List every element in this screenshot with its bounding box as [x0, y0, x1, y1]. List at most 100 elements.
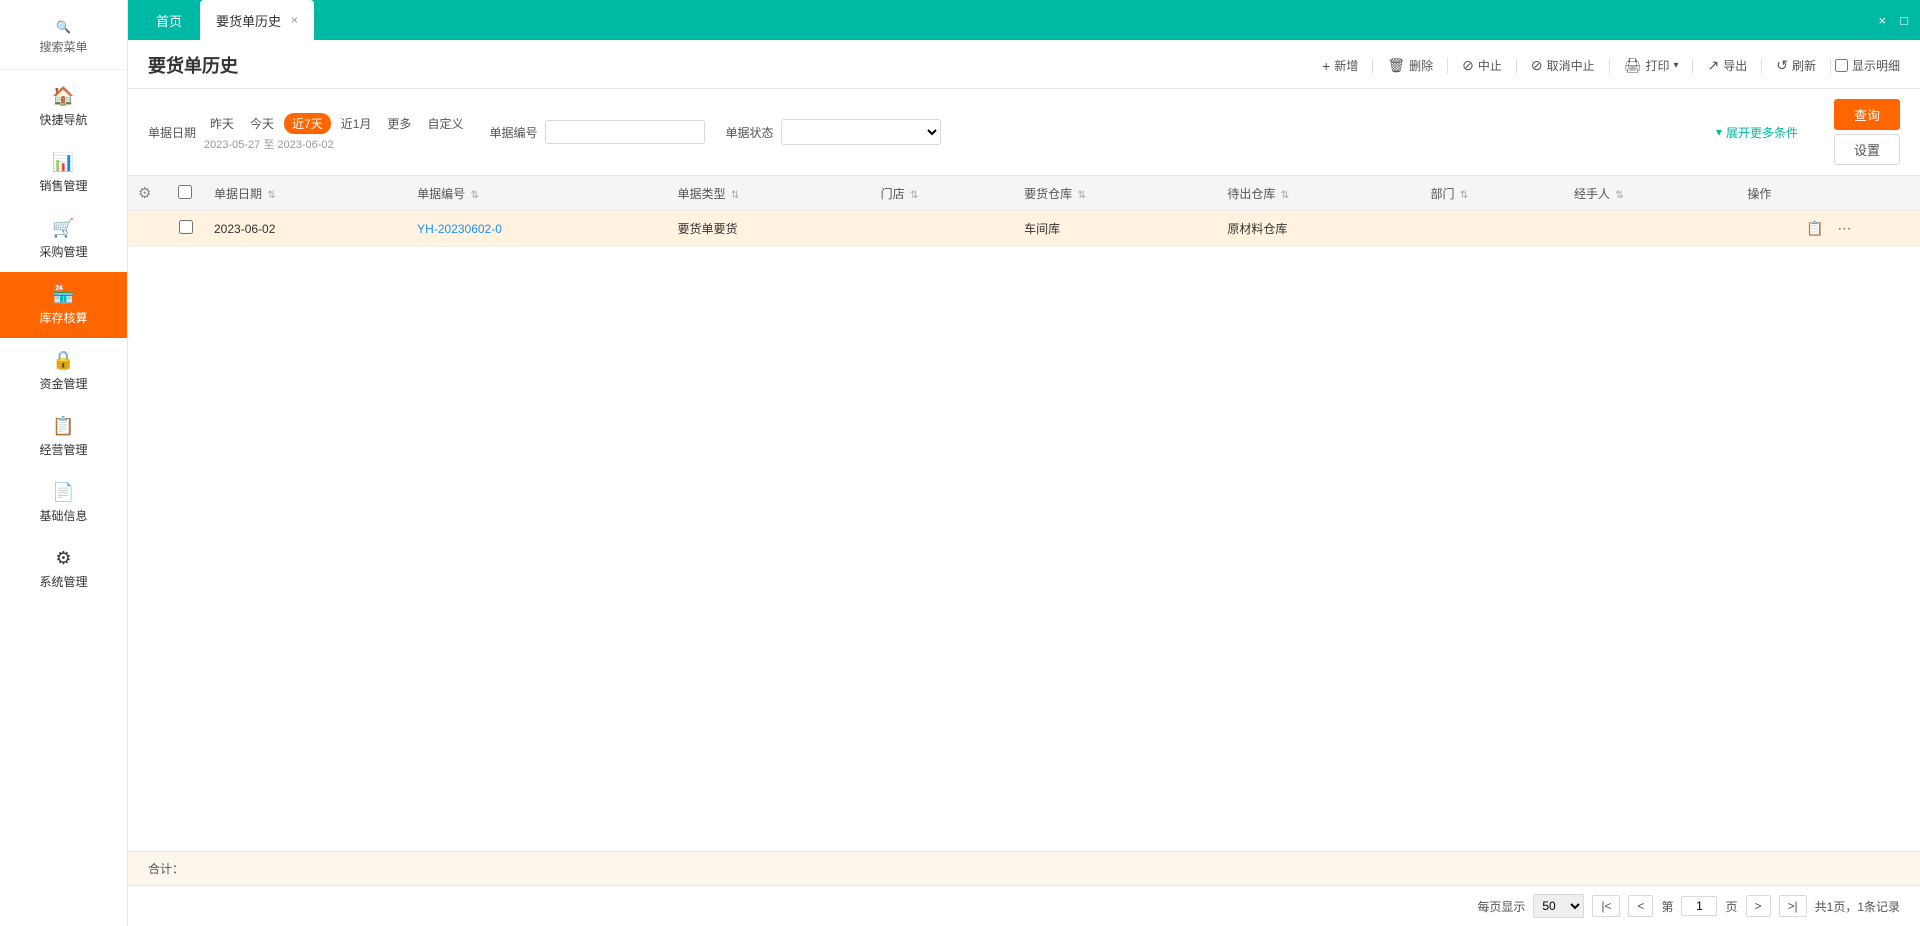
filter-area: 单据日期 昨天 今天 近7天 近1月 更多 自定义 2023-05-27 至 2… — [128, 89, 1920, 176]
col-doc-date: 单据日期 ⇅ — [204, 176, 407, 211]
finance-icon: 🔒 — [52, 350, 74, 371]
delete-button[interactable]: 🗑 删除 — [1377, 52, 1443, 79]
tab-requisition-label: 要货单历史 — [216, 11, 281, 30]
col-handler: 经手人 ⇅ — [1564, 176, 1737, 211]
filter-status-select[interactable] — [781, 119, 941, 145]
sidebar-item-quick-nav[interactable]: 🏠 快捷导航 — [0, 74, 127, 140]
topbar-right-actions: × □ — [1879, 13, 1908, 28]
col-doc-number: 单据编号 ⇅ — [407, 176, 667, 211]
row-checkbox[interactable] — [179, 220, 193, 234]
sort-icon-doc-date[interactable]: ⇅ — [267, 190, 275, 201]
col-doc-type: 单据类型 ⇅ — [667, 176, 870, 211]
page-header: 要货单历史 + 新增 🗑 删除 — [128, 40, 1920, 89]
sidebar-item-sales-mgmt[interactable]: 📊 销售管理 — [0, 140, 127, 206]
page-input[interactable] — [1681, 896, 1717, 916]
tab-requisition-history[interactable]: 要货单历史 × — [200, 0, 314, 40]
sidebar-item-basic-info[interactable]: 📄 基础信息 — [0, 470, 127, 536]
tab-home[interactable]: 首页 — [140, 0, 198, 40]
date-btn-today[interactable]: 今天 — [244, 113, 280, 134]
cell-doc-number: YH-20230602-0 — [407, 211, 667, 247]
sort-icon-doc-type[interactable]: ⇅ — [731, 190, 739, 201]
refresh-icon: ↺ — [1776, 57, 1788, 74]
table-row: 2023-06-02 YH-20230602-0 要货单要货 车间库 原材料仓库 — [128, 211, 1920, 247]
date-btn-yesterday[interactable]: 昨天 — [204, 113, 240, 134]
filter-status-label: 单据状态 — [725, 124, 773, 141]
add-button[interactable]: + 新增 — [1312, 52, 1368, 79]
export-icon: ↗ — [1707, 57, 1719, 74]
sidebar-search[interactable]: 🔍 搜索菜单 — [0, 10, 127, 70]
ops-icon: 📋 — [52, 416, 74, 437]
doc-number-link[interactable]: YH-20230602-0 — [417, 222, 502, 236]
query-button[interactable]: 查询 — [1834, 99, 1900, 130]
sales-icon: 📊 — [52, 152, 74, 173]
filter-docnum-label: 单据编号 — [489, 124, 537, 141]
pagination-prev-btn[interactable]: < — [1628, 895, 1653, 917]
pagination-next-btn[interactable]: > — [1746, 895, 1771, 917]
print-dropdown-icon: ▾ — [1673, 60, 1678, 71]
main-area: 首页 要货单历史 × × □ 要货单历史 + — [128, 0, 1920, 926]
date-btn-last1month[interactable]: 近1月 — [335, 113, 378, 134]
col-store: 门店 ⇅ — [871, 176, 1015, 211]
filter-docnum-input[interactable] — [545, 120, 705, 144]
sidebar-item-inventory[interactable]: 🏪 库存核算 — [0, 272, 127, 338]
sort-icon-req-warehouse[interactable]: ⇅ — [1078, 190, 1086, 201]
filter-date-item: 单据日期 昨天 今天 近7天 近1月 更多 自定义 2023-05-27 至 2… — [148, 113, 469, 152]
cell-doc-type: 要货单要货 — [667, 211, 870, 247]
page-size-select[interactable]: 50 20 100 — [1533, 894, 1584, 918]
sidebar-item-ops-mgmt[interactable]: 📋 经营管理 — [0, 404, 127, 470]
expand-filter-btn[interactable]: ▾ 展开更多条件 — [1716, 124, 1798, 141]
window-maximize-btn[interactable]: □ — [1900, 13, 1908, 28]
date-btn-last7days[interactable]: 近7天 — [284, 113, 331, 134]
select-all-checkbox[interactable] — [178, 185, 192, 199]
row-more-btn[interactable]: ⋯ — [1833, 218, 1855, 239]
row-checkbox-cell — [168, 211, 204, 247]
sort-icon-doc-number[interactable]: ⇅ — [471, 190, 479, 201]
sidebar-item-finance-mgmt[interactable]: 🔒 资金管理 — [0, 338, 127, 404]
stop-icon: ⊘ — [1462, 57, 1474, 74]
sidebar-item-label: 库存核算 — [39, 309, 87, 326]
date-btn-custom[interactable]: 自定义 — [421, 113, 469, 134]
table-body: 2023-06-02 YH-20230602-0 要货单要货 车间库 原材料仓库 — [128, 211, 1920, 247]
sort-icon-handler[interactable]: ⇅ — [1615, 190, 1623, 201]
window-close-btn[interactable]: × — [1879, 13, 1887, 28]
row-edit-btn[interactable]: 📋 — [1802, 218, 1827, 239]
export-button[interactable]: ↗ 导出 — [1697, 52, 1757, 79]
pagination: 每页显示 50 20 100 |< < 第 页 > >| 共1页，1条记录 — [128, 885, 1920, 926]
cell-req-warehouse: 车间库 — [1014, 211, 1217, 247]
content-area: 要货单历史 + 新增 🗑 删除 — [128, 40, 1920, 926]
sidebar-item-purchase-mgmt[interactable]: 🛒 采购管理 — [0, 206, 127, 272]
tab-close-icon[interactable]: × — [291, 13, 298, 27]
print-button[interactable]: 🖨 打印 ▾ — [1614, 52, 1689, 79]
toolbar-separator-3 — [1516, 58, 1517, 74]
cell-handler — [1564, 211, 1737, 247]
filter-date-col: 昨天 今天 近7天 近1月 更多 自定义 2023-05-27 至 2023-0… — [204, 113, 469, 152]
stop-button[interactable]: ⊘ 中止 — [1452, 52, 1512, 79]
cell-doc-date: 2023-06-02 — [204, 211, 407, 247]
sidebar-item-sys-mgmt[interactable]: ⚙ 系统管理 — [0, 536, 127, 602]
col-checkbox — [168, 176, 204, 211]
table-header-row: ⚙ 单据日期 ⇅ 单据编号 ⇅ — [128, 176, 1920, 211]
show-detail-checkbox[interactable] — [1835, 59, 1848, 72]
cancel-stop-button[interactable]: ⊘ 取消中止 — [1521, 52, 1605, 79]
show-detail-label[interactable]: 显示明细 — [1835, 57, 1900, 74]
cell-pending-warehouse: 原材料仓库 — [1217, 211, 1420, 247]
filter-date-btns: 昨天 今天 近7天 近1月 更多 自定义 — [204, 113, 469, 134]
pagination-last-btn[interactable]: >| — [1779, 895, 1807, 917]
sort-icon-store[interactable]: ⇅ — [910, 190, 918, 201]
sort-icon-pending-warehouse[interactable]: ⇅ — [1281, 190, 1289, 201]
filter-status-item: 单据状态 — [725, 119, 941, 145]
pagination-first-btn[interactable]: |< — [1592, 895, 1620, 917]
inventory-icon: 🏪 — [52, 284, 74, 305]
sys-icon: ⚙ — [55, 548, 71, 569]
sidebar-item-label: 快捷导航 — [39, 111, 87, 128]
refresh-button[interactable]: ↺ 刷新 — [1766, 52, 1826, 79]
sort-icon-department[interactable]: ⇅ — [1460, 190, 1468, 201]
col-pending-warehouse: 待出仓库 ⇅ — [1217, 176, 1420, 211]
filter-date-range: 2023-05-27 至 2023-06-02 — [204, 136, 469, 152]
data-table: ⚙ 单据日期 ⇅ 单据编号 ⇅ — [128, 176, 1920, 247]
sidebar-item-label: 系统管理 — [39, 573, 87, 590]
settings-button[interactable]: 设置 — [1834, 134, 1900, 165]
table-settings-icon[interactable]: ⚙ — [138, 185, 151, 202]
cancel-stop-icon: ⊘ — [1531, 57, 1543, 74]
date-btn-more[interactable]: 更多 — [381, 113, 417, 134]
